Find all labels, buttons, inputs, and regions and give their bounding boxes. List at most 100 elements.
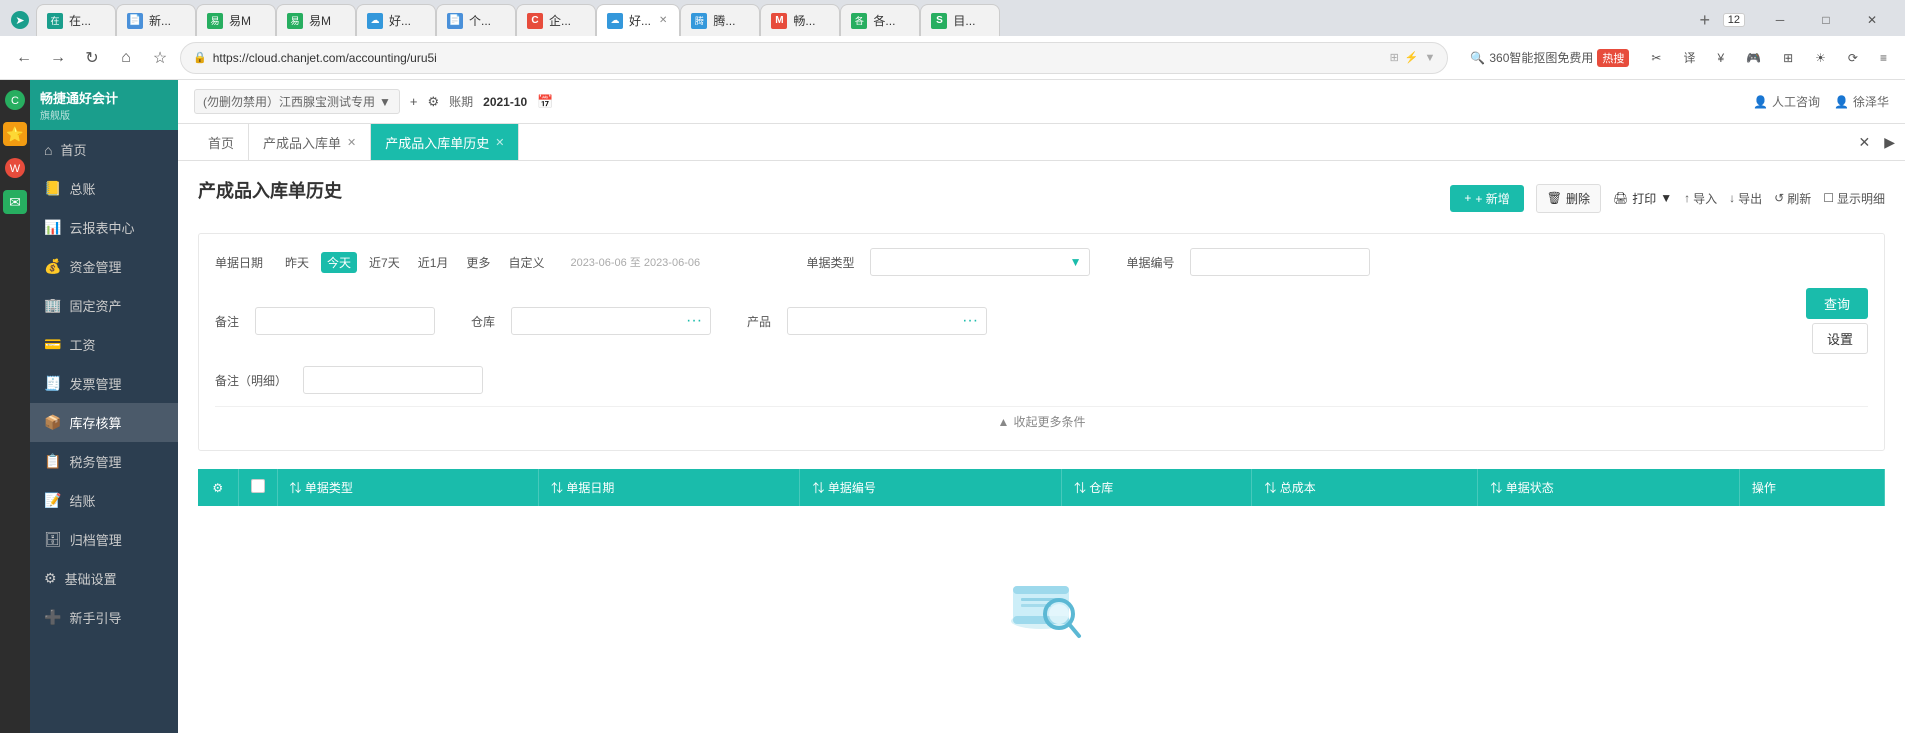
browser-tab-11[interactable]: 各 各... (840, 4, 920, 36)
company-selector[interactable]: (勿删勿禁用）江西腺宝测试专用 ▼ (194, 89, 400, 114)
sidebar-item-archive[interactable]: 🗄 归档管理 (30, 520, 178, 559)
filter-settings-button[interactable]: 设置 (1812, 323, 1868, 354)
bill-type-select[interactable]: ▼ (870, 248, 1090, 276)
browser-tab-5[interactable]: ☁ 好... (356, 4, 436, 36)
browser-tab-1[interactable]: 在 在... (36, 4, 116, 36)
back-nav-icon[interactable]: ➤ (4, 4, 36, 36)
th-bill-type[interactable]: ⇅ 单据类型 (277, 469, 538, 506)
browser-tab-3[interactable]: 易 易M (196, 4, 276, 36)
remark-label: 备注 (215, 313, 239, 330)
theme-tool[interactable]: ☀ (1807, 44, 1834, 72)
browser-tab-10[interactable]: M 畅... (760, 4, 840, 36)
window-close[interactable]: ✕ (1849, 4, 1895, 36)
tab-8-close[interactable]: ✕ (657, 13, 669, 28)
forward-button[interactable]: → (44, 44, 72, 72)
sidebar-item-ledger[interactable]: 📒 总账 (30, 169, 178, 208)
remark-input[interactable] (255, 307, 435, 335)
query-button[interactable]: 查询 (1806, 288, 1868, 319)
more-tool[interactable]: ≡ (1872, 44, 1895, 72)
sidebar-item-inventory[interactable]: 📦 库存核算 (30, 403, 178, 442)
browser-tab-9[interactable]: 腾 腾... (680, 4, 760, 36)
th-warehouse[interactable]: ⇅ 仓库 (1061, 469, 1251, 506)
shortcut-more[interactable]: 更多 (460, 252, 496, 273)
collapse-btn[interactable]: ▲ 收起更多条件 (215, 406, 1868, 436)
header-checkbox[interactable] (251, 479, 265, 493)
import-btn[interactable]: ↑ 导入 (1684, 190, 1717, 207)
header-settings-btn[interactable]: ⚙ (427, 94, 439, 110)
sidebar-item-inventory-label: 库存核算 (69, 413, 121, 432)
consult-btn[interactable]: 👤 人工咨询 (1753, 93, 1820, 110)
sidebar-item-tax[interactable]: 📋 税务管理 (30, 442, 178, 481)
shortcut-week[interactable]: 近7天 (363, 252, 406, 273)
bill-number-input[interactable] (1190, 248, 1370, 276)
star-icon[interactable]: ⭐ (3, 122, 27, 146)
window-minimize[interactable]: ─ (1757, 4, 1803, 36)
browser-tab-7[interactable]: C 企... (516, 4, 596, 36)
bill-list-label: 产成品入库单 (263, 133, 341, 152)
game-tool[interactable]: 🎮 (1738, 44, 1769, 72)
print-btn[interactable]: 🖨 打印 ▼ (1613, 186, 1672, 211)
browser-tab-4[interactable]: 易 易M (276, 4, 356, 36)
sidebar-item-fund[interactable]: 💰 资金管理 (30, 247, 178, 286)
address-bar[interactable]: 🔒 https://cloud.chanjet.com/accounting/u… (180, 42, 1448, 74)
sidebar-item-newentry[interactable]: ➕ 新手引导 (30, 598, 178, 637)
th-checkbox[interactable] (238, 469, 277, 506)
sidebar-item-home[interactable]: ⌂ 首页 (30, 130, 178, 169)
calendar-icon[interactable]: 📅 (537, 94, 553, 110)
search-bar[interactable]: 🔍 360智能抠图免费用 热搜 (1462, 44, 1637, 72)
tab-bill-list[interactable]: 产成品入库单 ✕ (249, 124, 371, 160)
export-btn[interactable]: ↓ 导出 (1729, 190, 1762, 207)
sidebar-item-asset[interactable]: 🏢 固定资产 (30, 286, 178, 325)
grid-tool[interactable]: ⊞ (1775, 44, 1801, 72)
history-tool[interactable]: ⟳ (1840, 44, 1866, 72)
th-bill-date[interactable]: ⇅ 单据日期 (538, 469, 799, 506)
back-button[interactable]: ← (10, 44, 38, 72)
remark-detail-input[interactable] (303, 366, 483, 394)
bill-history-close-icon[interactable]: ✕ (495, 136, 504, 149)
chanjet-icon[interactable]: C (3, 88, 27, 112)
content-close-btn[interactable]: ✕ (1848, 134, 1880, 151)
sidebar-item-settings[interactable]: ⚙ 基础设置 (30, 559, 178, 598)
shortcut-yesterday[interactable]: 昨天 (279, 252, 315, 273)
user-profile[interactable]: 👤 徐泽华 (1834, 93, 1889, 110)
warehouse-select[interactable]: ··· (511, 307, 711, 335)
delete-btn[interactable]: 🗑 删除 (1536, 184, 1601, 213)
content-more-btn[interactable]: ▶ (1880, 134, 1899, 151)
browser-tab-8[interactable]: ☁ 好... ✕ (596, 4, 680, 36)
currency-tool[interactable]: ¥ (1709, 44, 1732, 72)
sidebar-item-invoice[interactable]: 🧾 发票管理 (30, 364, 178, 403)
th-bill-status[interactable]: ⇅ 单据状态 (1478, 469, 1739, 506)
bill-list-close-icon[interactable]: ✕ (347, 136, 356, 149)
shortcut-today[interactable]: 今天 (321, 252, 357, 273)
breadcrumb-home[interactable]: 首页 (194, 124, 249, 160)
show-detail-btn[interactable]: ☐ 显示明细 (1823, 190, 1885, 207)
bookmark-button[interactable]: ☆ (146, 44, 174, 72)
tab-bar: ➤ 在 在... 📄 新... 易 易M 易 易M ☁ 好... (0, 0, 1905, 36)
reload-button[interactable]: ↻ (78, 44, 106, 72)
shortcut-month[interactable]: 近1月 (412, 252, 455, 273)
browser-tab-12[interactable]: S 目... (920, 4, 1000, 36)
home-button[interactable]: ⌂ (112, 44, 140, 72)
sidebar-item-report[interactable]: 📊 云报表中心 (30, 208, 178, 247)
mail-icon[interactable]: ✉ (3, 190, 27, 214)
add-btn[interactable]: + + 新增 (1450, 185, 1523, 212)
sidebar-item-checkout-label: 结账 (69, 491, 95, 510)
th-gear[interactable]: ⚙ (198, 469, 238, 506)
th-bill-number[interactable]: ⇅ 单据编号 (800, 469, 1061, 506)
new-tab-button[interactable]: + (1691, 6, 1719, 34)
sidebar-item-checkout[interactable]: 📝 结账 (30, 481, 178, 520)
add-company-btn[interactable]: + (410, 94, 418, 109)
th-total-cost[interactable]: ⇅ 总成本 (1252, 469, 1478, 506)
product-select[interactable]: ··· (787, 307, 987, 335)
browser-tab-6[interactable]: 📄 个... (436, 4, 516, 36)
tab-11-label: 各... (873, 12, 895, 29)
sidebar-item-salary[interactable]: 💳 工资 (30, 325, 178, 364)
browser-tab-2[interactable]: 📄 新... (116, 4, 196, 36)
scissors-tool[interactable]: ✂ (1643, 44, 1669, 72)
shortcut-custom[interactable]: 自定义 (502, 252, 550, 273)
refresh-btn[interactable]: ↺ 刷新 (1774, 190, 1811, 207)
weibo-icon[interactable]: W (3, 156, 27, 180)
tab-bill-history[interactable]: 产成品入库单历史 ✕ (371, 124, 519, 160)
window-restore[interactable]: □ (1803, 4, 1849, 36)
translate-tool[interactable]: 译 (1675, 44, 1703, 72)
